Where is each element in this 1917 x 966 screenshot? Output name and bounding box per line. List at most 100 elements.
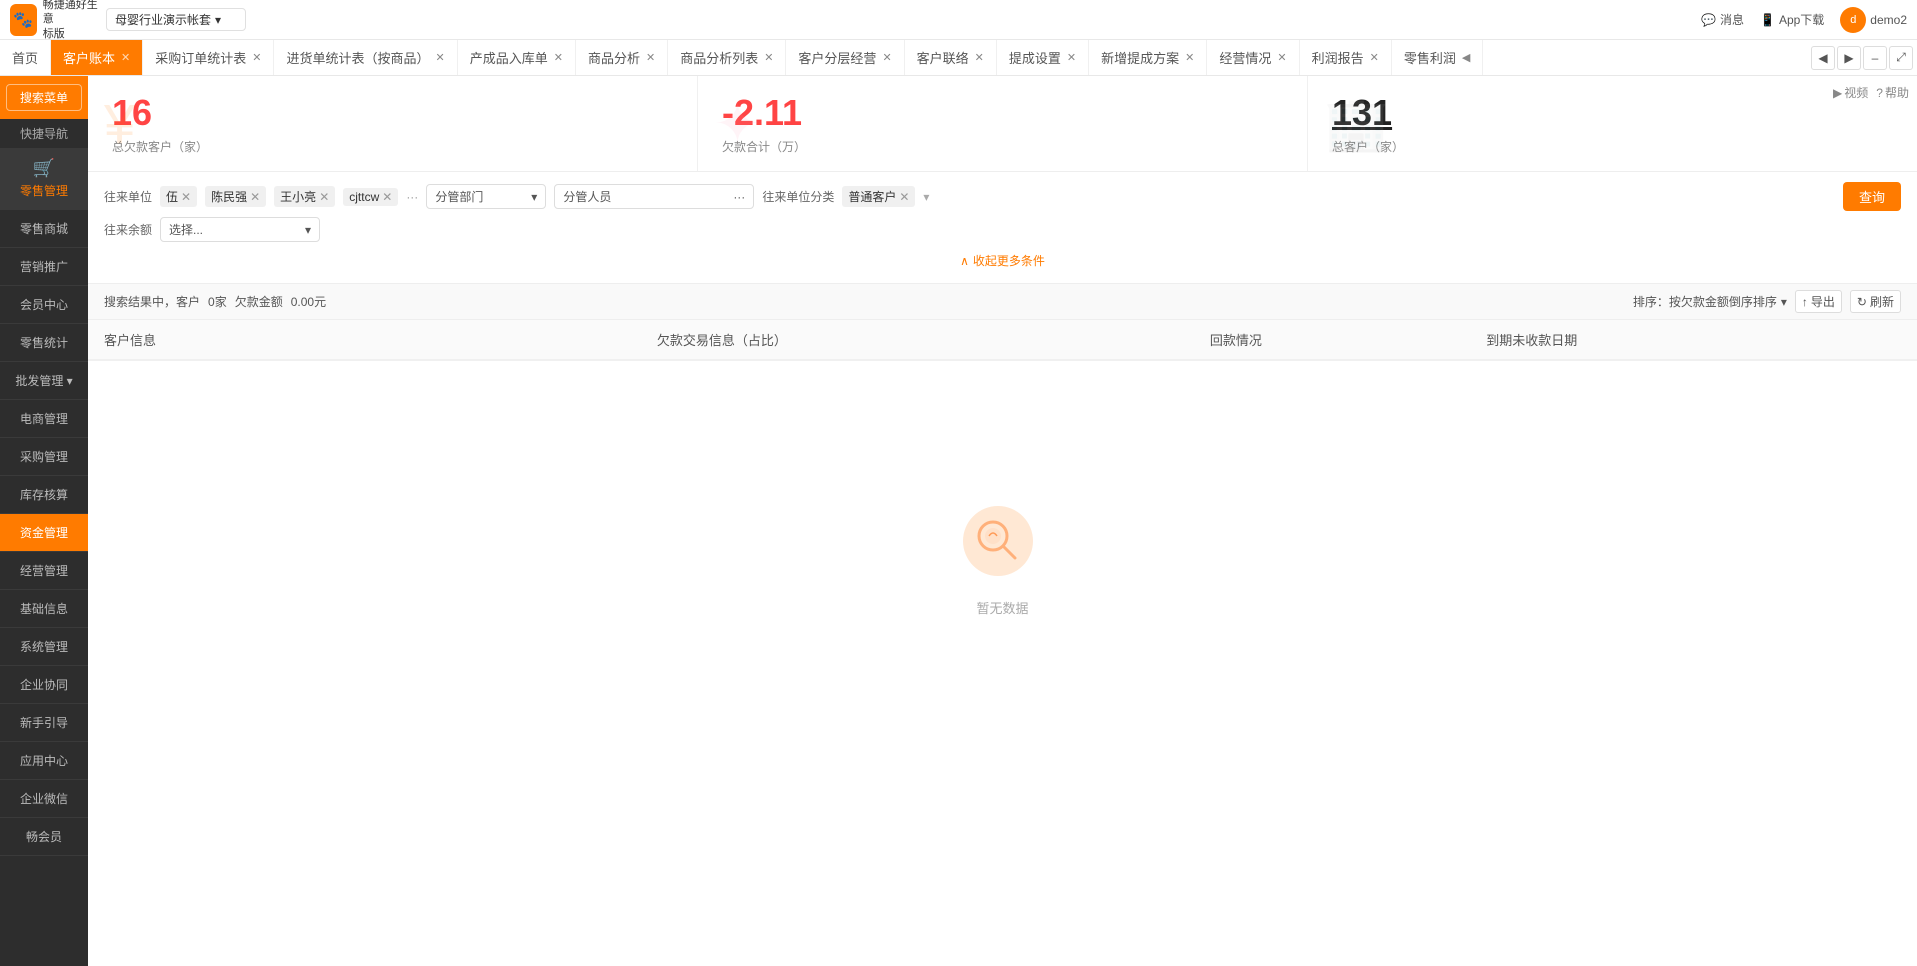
tab-customer-tier[interactable]: 客户分层经营 ✕: [786, 40, 904, 76]
tab-commission-settings[interactable]: 提成设置 ✕: [997, 40, 1089, 76]
sidebar: 搜索菜单 快捷导航 🛒 零售管理 零售商城 营销推广 会员中心 零售统计 批发管…: [0, 76, 88, 966]
close-icon[interactable]: ◀: [1462, 51, 1470, 64]
unit-type-label: 往来单位分类: [762, 188, 834, 205]
search-menu-button[interactable]: 搜索菜单: [6, 84, 82, 111]
sidebar-item-wechat[interactable]: 企业微信: [0, 780, 88, 818]
tab-profit-report[interactable]: 利润报告 ✕: [1300, 40, 1392, 76]
tab-product-in[interactable]: 产成品入库单 ✕: [458, 40, 576, 76]
video-button[interactable]: ▶ 视频: [1833, 84, 1868, 101]
col-customer-info: 客户信息: [104, 330, 657, 349]
sidebar-item-inventory[interactable]: 库存核算: [0, 476, 88, 514]
search-result-label: 搜索结果中，客户: [104, 293, 200, 310]
sidebar-item-label: 零售统计: [4, 334, 84, 351]
close-icon[interactable]: ✕: [882, 51, 891, 64]
message-button[interactable]: 💬 消息: [1701, 11, 1744, 28]
tab-new-commission[interactable]: 新增提成方案 ✕: [1089, 40, 1207, 76]
help-button[interactable]: ? 帮助: [1876, 84, 1909, 101]
tab-purchase-order[interactable]: 采购订单统计表 ✕: [143, 40, 274, 76]
sidebar-item-label: 会员中心: [4, 296, 84, 313]
balance-select[interactable]: 选择... ▾: [160, 217, 320, 242]
app-download-button[interactable]: 📱 App下载: [1760, 11, 1824, 28]
sidebar-item-member2[interactable]: 畅会员: [0, 818, 88, 856]
stat-card-amount: ✦ -2.11 欠款合计（万）: [698, 76, 1308, 171]
sidebar-item-retail[interactable]: 🛒 零售管理: [0, 148, 88, 210]
tab-maximize[interactable]: ⤢: [1889, 46, 1913, 70]
export-icon: ↑: [1802, 295, 1808, 309]
refresh-button[interactable]: ↻ 刷新: [1850, 290, 1901, 313]
result-amount: 0.00元: [291, 293, 326, 310]
stat-number-total: 131: [1332, 92, 1893, 134]
query-button[interactable]: 查询: [1843, 182, 1901, 211]
remove-tag-chen[interactable]: ✕: [250, 190, 260, 204]
remove-tag-cjttcw[interactable]: ✕: [382, 190, 392, 204]
sidebar-item-app-center[interactable]: 应用中心: [0, 742, 88, 780]
sidebar-item-label: 新手引导: [4, 714, 84, 731]
export-button[interactable]: ↑ 导出: [1795, 290, 1842, 313]
remove-tag-wang[interactable]: ✕: [319, 190, 329, 204]
filter-tag-wang: 王小亮 ✕: [274, 186, 335, 207]
empty-label: 暂无数据: [976, 598, 1028, 617]
close-icon[interactable]: ✕: [975, 51, 984, 64]
sidebar-item-operation[interactable]: 经营管理: [0, 552, 88, 590]
user-menu[interactable]: d demo2: [1840, 7, 1907, 33]
close-icon[interactable]: ✕: [646, 51, 655, 64]
tab-retail-profit[interactable]: 零售利润 ◀: [1392, 40, 1483, 76]
balance-label: 往来余额: [104, 221, 152, 238]
sidebar-item-purchase[interactable]: 采购管理: [0, 438, 88, 476]
sort-select[interactable]: 排序：按欠款金额倒序排序 ▾: [1633, 293, 1787, 310]
stats-header: ¥ 16 总欠款客户（家） ✦ -2.11 欠款合计（万） 🏢 131 总客户（…: [88, 76, 1917, 172]
sidebar-item-marketing[interactable]: 营销推广: [0, 248, 88, 286]
video-icon: ▶: [1833, 86, 1842, 100]
tab-minimize[interactable]: –: [1863, 46, 1887, 70]
sidebar-item-system[interactable]: 系统管理: [0, 628, 88, 666]
sidebar-item-basic[interactable]: 基础信息: [0, 590, 88, 628]
empty-icon-inner: [963, 506, 1033, 576]
sidebar-item-label: 企业协同: [4, 676, 84, 693]
expand-icon: ▾: [531, 190, 537, 204]
remove-tag-normal[interactable]: ✕: [899, 190, 909, 204]
tab-home[interactable]: 首页: [0, 40, 51, 76]
close-icon[interactable]: ✕: [764, 51, 773, 64]
tab-scroll-left[interactable]: ◀: [1811, 46, 1835, 70]
stat-card-customers: ¥ 16 总欠款客户（家）: [88, 76, 698, 171]
collapse-button[interactable]: ∧ 收起更多条件: [956, 248, 1049, 273]
close-icon[interactable]: ✕: [1370, 51, 1379, 64]
sort-chevron: ▾: [1781, 295, 1787, 309]
close-icon[interactable]: ✕: [121, 51, 130, 64]
refresh-icon: ↻: [1857, 295, 1867, 309]
close-icon[interactable]: ✕: [554, 51, 563, 64]
sidebar-item-finance[interactable]: 资金管理: [0, 514, 88, 552]
tab-goods-analysis-list[interactable]: 商品分析列表 ✕: [668, 40, 786, 76]
dept-select[interactable]: 分管部门 ▾: [426, 184, 546, 209]
close-icon[interactable]: ✕: [1067, 51, 1076, 64]
sidebar-item-retail-mall[interactable]: 零售商城: [0, 210, 88, 248]
sidebar-item-ecom[interactable]: 电商管理: [0, 400, 88, 438]
person-select[interactable]: 分管人员 ···: [554, 184, 754, 209]
tab-customer-contact[interactable]: 客户联络 ✕: [905, 40, 997, 76]
tab-goods-analysis[interactable]: 商品分析 ✕: [576, 40, 668, 76]
sidebar-item-label: 零售管理: [4, 182, 84, 199]
tab-business-status[interactable]: 经营情况 ✕: [1207, 40, 1299, 76]
close-icon[interactable]: ✕: [252, 51, 261, 64]
tab-scroll-right[interactable]: ▶: [1837, 46, 1861, 70]
stat-label-total: 总客户（家）: [1332, 138, 1893, 155]
stat-label-customers: 总欠款客户（家）: [112, 138, 673, 155]
sidebar-item-wholesale[interactable]: 批发管理 ▾: [0, 362, 88, 400]
sidebar-item-collab[interactable]: 企业协同: [0, 666, 88, 704]
close-icon[interactable]: ✕: [436, 51, 445, 64]
sidebar-item-guide[interactable]: 新手引导: [0, 704, 88, 742]
close-icon[interactable]: ✕: [1185, 51, 1194, 64]
collapse-row: ∧ 收起更多条件: [104, 248, 1901, 273]
stat-number-amount: -2.11: [722, 92, 1283, 134]
remove-tag-wu[interactable]: ✕: [181, 190, 191, 204]
quick-nav-button[interactable]: 快捷导航: [0, 119, 88, 148]
close-icon[interactable]: ✕: [1277, 51, 1286, 64]
demo-select[interactable]: 母婴行业演示帐套 ▾: [106, 8, 246, 31]
logo-icon: 🐾: [10, 4, 37, 36]
tab-goods-stats[interactable]: 进货单统计表（按商品） ✕: [274, 40, 457, 76]
more-tags-button[interactable]: ···: [406, 190, 418, 204]
sidebar-item-retail-stats[interactable]: 零售统计: [0, 324, 88, 362]
sidebar-item-label: 经营管理: [4, 562, 84, 579]
tab-customer-account[interactable]: 客户账本 ✕: [51, 40, 143, 76]
sidebar-item-member[interactable]: 会员中心: [0, 286, 88, 324]
